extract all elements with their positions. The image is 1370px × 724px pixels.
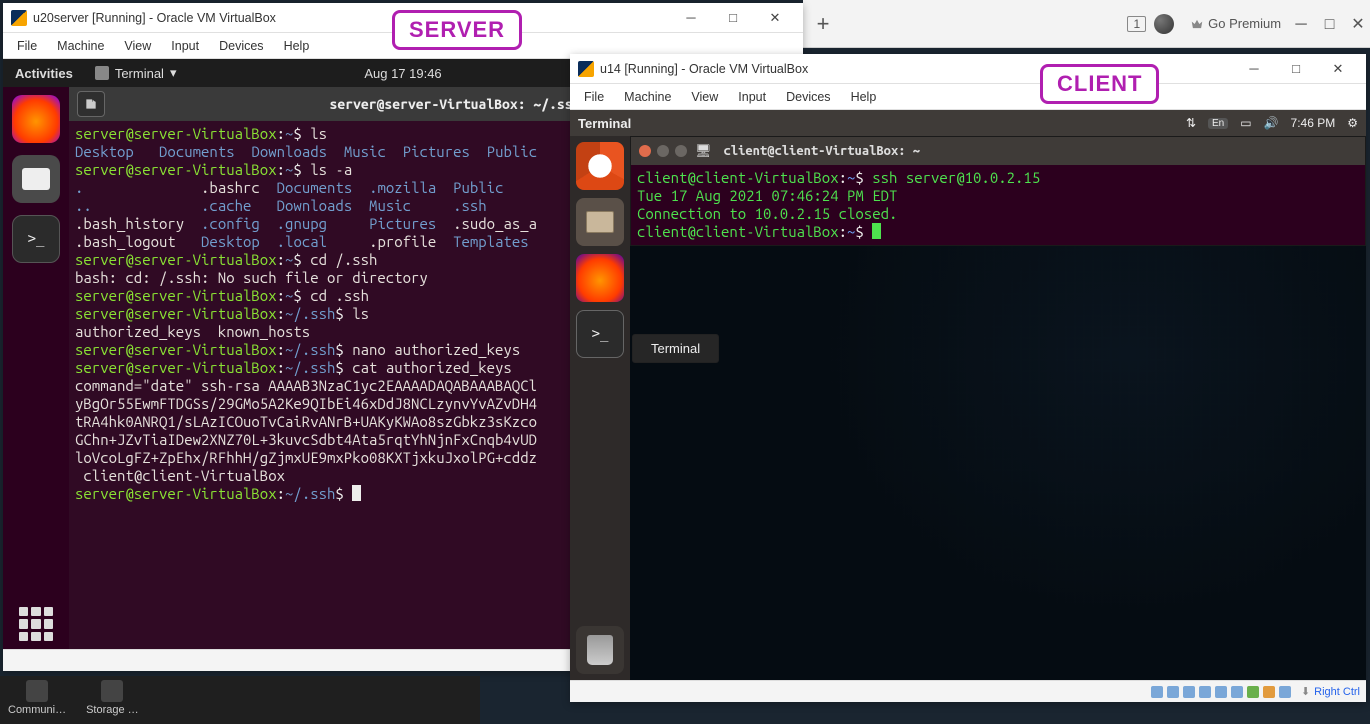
new-tab-icon [84, 97, 98, 111]
crown-icon [1190, 17, 1204, 31]
keyboard-layout-indicator[interactable]: En [1208, 118, 1228, 129]
menu-file[interactable]: File [576, 87, 612, 107]
status-usb-icon [1199, 686, 1211, 698]
annotation-server-label: SERVER [392, 10, 522, 50]
menu-devices[interactable]: Devices [778, 87, 838, 107]
client-terminal[interactable]: 🖥 client@client-VirtualBox: ~ client@cli… [630, 136, 1366, 246]
menu-machine[interactable]: Machine [616, 87, 679, 107]
status-display-icon [1231, 686, 1243, 698]
maximize-icon[interactable] [675, 145, 687, 157]
volume-icon[interactable]: 🔊 [1264, 116, 1279, 130]
battery-icon[interactable]: ▭ [1240, 116, 1251, 130]
minimize-icon[interactable] [657, 145, 669, 157]
host-minimize-button[interactable]: ─ [1289, 16, 1313, 34]
tab-count-indicator[interactable]: 1 [1127, 16, 1146, 32]
dock-firefox-icon[interactable] [12, 95, 60, 143]
host-taskbar-fragment: Communi… Storage … [0, 676, 480, 724]
profile-avatar[interactable] [1154, 14, 1174, 34]
client-titlebar[interactable]: u14 [Running] - Oracle VM VirtualBox ─ □… [570, 54, 1366, 84]
dock-terminal-icon[interactable]: >_ [12, 215, 60, 263]
window-traffic-lights [639, 145, 687, 157]
unity-launcher: >_ Terminal [570, 136, 630, 680]
status-shared-icon [1215, 686, 1227, 698]
menu-view[interactable]: View [116, 36, 159, 56]
dock-show-apps-icon[interactable] [19, 607, 53, 641]
new-tab-button[interactable]: + [803, 4, 843, 44]
unity-panel-title: Terminal [578, 116, 631, 131]
status-hdd-icon [1151, 686, 1163, 698]
launcher-dash-icon[interactable] [576, 142, 624, 190]
terminal-icon [95, 66, 109, 80]
launcher-trash-icon[interactable] [576, 626, 624, 674]
gnome-dock: >_ [3, 87, 69, 649]
client-vm-window: u14 [Running] - Oracle VM VirtualBox ─ □… [570, 54, 1366, 702]
client-terminal-title: client@client-VirtualBox: ~ [724, 144, 921, 158]
go-premium-button[interactable]: Go Premium [1182, 16, 1289, 31]
status-recording-icon [1247, 686, 1259, 698]
panel-clock[interactable]: 7:46 PM [1291, 116, 1336, 130]
client-host-key-indicator: ⬇Right Ctrl [1301, 685, 1360, 698]
server-maximize-button[interactable]: □ [713, 4, 753, 32]
status-audio-icon [1263, 686, 1275, 698]
menu-file[interactable]: File [9, 36, 45, 56]
menu-devices[interactable]: Devices [211, 36, 271, 56]
client-menubar: File Machine View Input Devices Help [570, 84, 1366, 110]
taskbar-item[interactable]: Communi… [8, 680, 66, 716]
menu-help[interactable]: Help [276, 36, 318, 56]
terminal-new-tab-button[interactable] [77, 91, 105, 117]
gnome-activities[interactable]: Activities [3, 66, 85, 81]
virtualbox-icon [11, 10, 27, 26]
launcher-files-icon[interactable] [576, 198, 624, 246]
chevron-down-icon: ▾ [170, 65, 177, 81]
gnome-app-menu[interactable]: Terminal ▾ [85, 65, 187, 81]
client-close-button[interactable]: ✕ [1318, 55, 1358, 83]
status-mouse-icon [1279, 686, 1291, 698]
host-browser-topbar: + 1 Go Premium ─ □ ✕ [803, 0, 1370, 48]
server-window-title: u20server [Running] - Oracle VM VirtualB… [33, 11, 671, 25]
host-close-button[interactable]: ✕ [1346, 14, 1370, 34]
client-terminal-headerbar[interactable]: 🖥 client@client-VirtualBox: ~ [631, 137, 1365, 165]
client-guest-screen: Terminal ⇅ En ▭ 🔊 7:46 PM ⚙ >_ Terminal [570, 110, 1366, 680]
host-window-controls: ─ □ ✕ [1289, 14, 1370, 34]
dock-files-icon[interactable] [12, 155, 60, 203]
client-terminal-output[interactable]: client@client-VirtualBox:~$ ssh server@1… [631, 165, 1365, 245]
virtualbox-icon [578, 61, 594, 77]
client-minimize-button[interactable]: ─ [1234, 55, 1274, 83]
gear-icon[interactable]: ⚙ [1347, 116, 1358, 130]
menu-input[interactable]: Input [163, 36, 207, 56]
launcher-terminal-icon[interactable]: >_ [576, 310, 624, 358]
gnome-clock[interactable]: Aug 17 19:46 [364, 66, 441, 81]
taskbar-item[interactable]: Storage … [86, 680, 139, 716]
client-statusbar: ⬇Right Ctrl [570, 680, 1366, 702]
launcher-tooltip: Terminal [632, 334, 719, 363]
unity-panel: Terminal ⇅ En ▭ 🔊 7:46 PM ⚙ [570, 110, 1366, 136]
server-close-button[interactable]: ✕ [755, 4, 795, 32]
client-terminal-cursor [872, 223, 881, 239]
close-icon[interactable] [639, 145, 651, 157]
server-terminal-cursor [352, 485, 361, 501]
client-maximize-button[interactable]: □ [1276, 55, 1316, 83]
network-icon[interactable]: ⇅ [1186, 116, 1196, 130]
host-maximize-button[interactable]: □ [1318, 16, 1342, 34]
launcher-firefox-icon[interactable] [576, 254, 624, 302]
terminal-app-icon: 🖥 [695, 144, 712, 159]
menu-machine[interactable]: Machine [49, 36, 112, 56]
menu-view[interactable]: View [683, 87, 726, 107]
status-cd-icon [1167, 686, 1179, 698]
status-network-icon [1183, 686, 1195, 698]
annotation-client-label: CLIENT [1040, 64, 1159, 104]
gnome-app-menu-label: Terminal [115, 66, 164, 81]
menu-help[interactable]: Help [843, 87, 885, 107]
server-minimize-button[interactable]: ─ [671, 4, 711, 32]
menu-input[interactable]: Input [730, 87, 774, 107]
